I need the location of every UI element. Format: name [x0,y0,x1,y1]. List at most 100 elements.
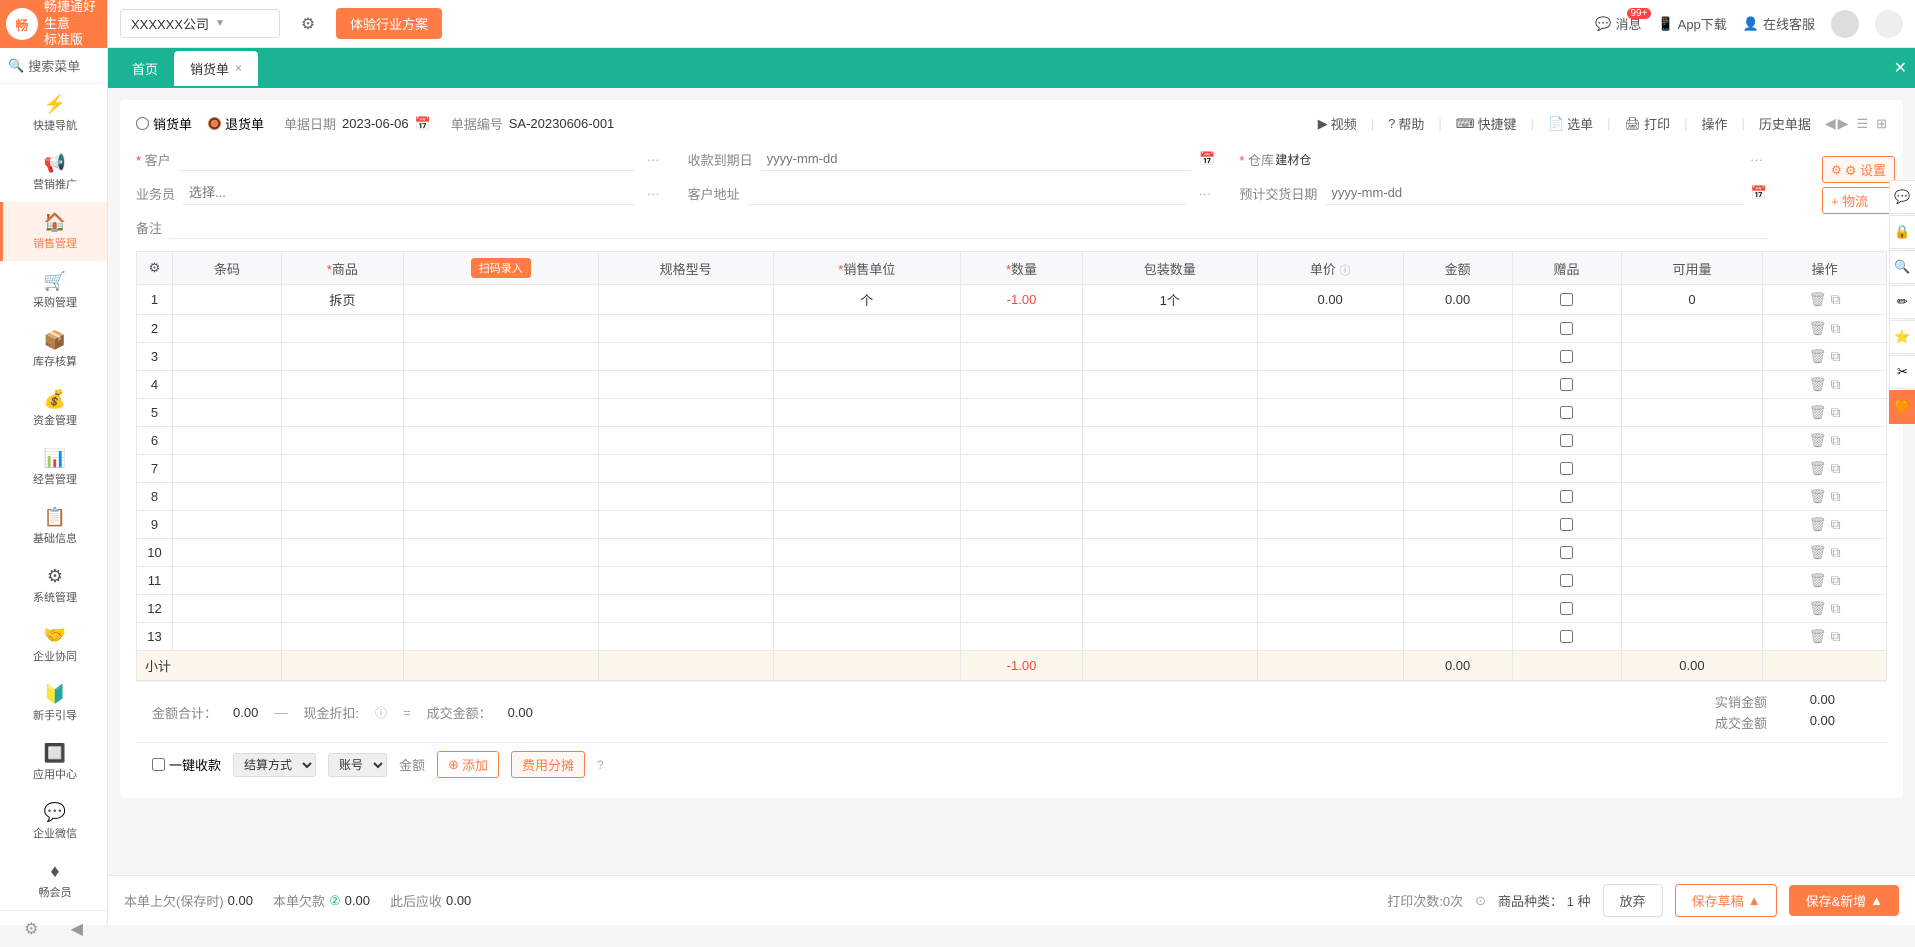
app-download-button[interactable]: 📱 App下载 [1657,14,1726,33]
copy-row-icon[interactable]: ⧉ [1831,432,1841,449]
sidebar-item-quick-nav[interactable]: ⚡ 快捷导航 [0,84,107,143]
customer-addr-input[interactable] [748,181,1187,205]
header-settings-button[interactable]: ⚙ [292,8,324,40]
one-click-payment-checkbox[interactable]: 一键收款 [152,755,221,774]
delete-row-icon[interactable]: 🗑 [1809,600,1827,617]
col-scan[interactable]: 扫码录入 [403,252,598,285]
copy-row-icon[interactable]: ⧉ [1831,488,1841,505]
list-view-icon[interactable]: ☰ [1856,116,1868,132]
discard-button[interactable]: 放弃 [1603,884,1663,917]
sales-radio-input[interactable] [136,117,149,130]
row-unit[interactable]: 个 [773,285,961,315]
sales-order-radio[interactable]: 销货单 [136,114,192,133]
save-new-button[interactable]: 保存&新增 ▲ [1789,885,1899,916]
row-qty[interactable]: -1.00 [961,285,1083,315]
delete-row-icon[interactable]: 🗑 [1809,376,1827,393]
company-select[interactable]: XXXXXX公司 ▼ [120,9,280,38]
save-draft-button[interactable]: 保存草稿 ▲ [1675,884,1778,917]
copy-row-icon[interactable]: ⧉ [1831,516,1841,533]
expected-date-input[interactable] [1325,181,1742,205]
expense-help-icon[interactable]: ? [597,758,604,772]
right-panel-btn-1[interactable]: 💬 [1889,180,1915,214]
right-panel-btn-5[interactable]: ⭐ [1889,320,1915,354]
expense-split-button[interactable]: 费用分摊 [511,751,585,778]
help-btn[interactable]: ? 帮助 [1382,112,1430,135]
gift-checkbox[interactable] [1560,293,1573,306]
sidebar-item-finance[interactable]: 💰 资金管理 [0,379,107,438]
debt-link[interactable]: ② [329,893,341,909]
close-tab-icon[interactable]: × [235,61,242,75]
logistics-side-button[interactable]: + 物流 [1822,187,1895,214]
video-btn[interactable]: ▶ 视频 [1312,112,1363,135]
tab-sales-order[interactable]: 销货单 × [174,51,258,86]
row-spec[interactable] [598,285,773,315]
sidebar-item-collab[interactable]: 🤝 企业协同 [0,615,107,674]
gift-checkbox[interactable] [1560,602,1573,615]
sidebar-search[interactable]: 🔍 搜索菜单 [0,48,107,84]
gift-checkbox[interactable] [1560,574,1573,587]
sidebar-item-sales[interactable]: 🏠 销售管理 [0,202,107,261]
delete-row-icon[interactable]: 🗑 [1809,320,1827,337]
user-avatar-2[interactable] [1875,10,1903,38]
delete-row-icon[interactable]: 🗑 [1809,572,1827,589]
right-panel-btn-4[interactable]: ✏ [1889,285,1915,319]
delete-row-icon[interactable]: 🗑 [1809,488,1827,505]
message-button[interactable]: 💬 消息 99+ [1595,14,1641,33]
expected-date-calendar-icon[interactable]: 📅 [1751,185,1767,201]
payment-account-select[interactable]: 账号 [328,753,387,777]
gift-checkbox[interactable] [1560,462,1573,475]
row-price[interactable]: 0.00 [1257,285,1403,315]
copy-row-icon[interactable]: ⧉ [1831,600,1841,617]
sidebar-item-marketing[interactable]: 📢 营销推广 [0,143,107,202]
next-arrow[interactable]: ▶ [1838,115,1849,132]
note-input[interactable] [170,215,1767,239]
online-service-button[interactable]: 👤 在线客服 [1743,14,1815,33]
gift-checkbox[interactable] [1560,322,1573,335]
delete-row-icon[interactable]: 🗑 [1809,460,1827,477]
warehouse-dots-btn[interactable]: ··· [1746,152,1767,167]
sidebar-item-wechat[interactable]: 💬 企业微信 [0,792,107,851]
due-date-input[interactable] [761,147,1191,171]
sidebar-item-apps[interactable]: 🔲 应用中心 [0,733,107,792]
scan-btn[interactable]: 扫码录入 [471,258,531,278]
delete-row-icon[interactable]: 🗑 [1809,544,1827,561]
customer-dots-btn[interactable]: ··· [643,152,664,167]
row-barcode[interactable] [173,285,282,315]
copy-row-icon[interactable]: ⧉ [1831,404,1841,421]
shortcut-btn[interactable]: ⌨ 快捷键 [1450,112,1523,135]
return-order-radio[interactable]: 退货单 [208,114,264,133]
gift-checkbox[interactable] [1560,490,1573,503]
addr-dots-btn[interactable]: ··· [1194,186,1215,201]
copy-row-icon[interactable]: ⧉ [1831,291,1841,308]
calendar-icon[interactable]: 📅 [415,116,431,132]
row-product[interactable]: 拆页 [281,285,403,315]
sidebar-item-system[interactable]: ⚙ 系统管理 [0,556,107,615]
customer-input[interactable] [179,147,635,171]
row-gift[interactable] [1512,285,1621,315]
payment-method-select[interactable]: 结算方式 [233,753,316,777]
operation-btn[interactable]: 操作 [1695,112,1733,135]
sidebar-item-purchase[interactable]: 🛒 采购管理 [0,261,107,320]
user-avatar[interactable] [1831,10,1859,38]
gift-checkbox[interactable] [1560,378,1573,391]
gift-checkbox[interactable] [1560,546,1573,559]
prev-arrow[interactable]: ◀ [1825,115,1836,132]
right-panel-btn-2[interactable]: 🔒 [1889,215,1915,249]
delete-row-icon[interactable]: 🗑 [1809,516,1827,533]
gift-checkbox[interactable] [1560,434,1573,447]
gift-checkbox[interactable] [1560,518,1573,531]
col-settings[interactable]: ⚙ [137,252,173,285]
copy-row-icon[interactable]: ⧉ [1831,628,1841,645]
print-count-icon[interactable]: ⊙ [1475,893,1486,909]
history-btn[interactable]: 历史单据 [1753,112,1817,135]
salesperson-input[interactable] [183,181,635,205]
sidebar-collapse-icon[interactable]: ◀ [71,919,83,939]
delete-row-icon[interactable]: 🗑 [1809,628,1827,645]
sidebar-settings-icon[interactable]: ⚙ [24,919,38,939]
due-date-calendar-icon[interactable]: 📅 [1199,151,1215,167]
tab-home[interactable]: 首页 [116,51,174,86]
print-btn[interactable]: 🖨 打印 [1619,112,1677,135]
copy-row-icon[interactable]: ⧉ [1831,544,1841,561]
copy-row-icon[interactable]: ⧉ [1831,376,1841,393]
row-amount[interactable]: 0.00 [1403,285,1512,315]
